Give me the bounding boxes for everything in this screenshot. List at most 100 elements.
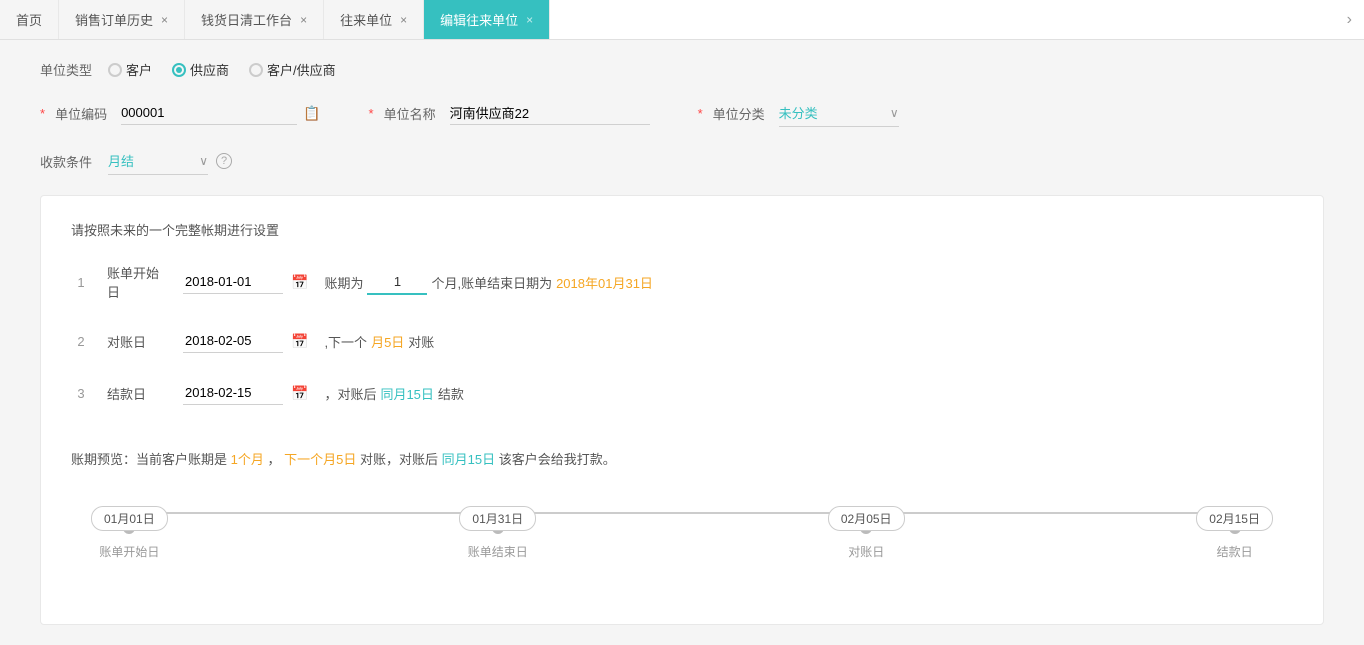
timeline-point-4: 02月15日 结款日 (1196, 500, 1273, 560)
tab-partners[interactable]: 往来单位 × (324, 0, 424, 39)
row-3-desc-suffix: 结款 (438, 384, 464, 403)
preview-end: 该客户会给我打款。 (499, 452, 616, 467)
tab-bar: 首页 销售订单历史 × 钱货日清工作台 × 往来单位 × 编辑往来单位 × › (0, 0, 1364, 40)
row-1-num: 1 (71, 275, 91, 290)
help-icon[interactable]: ? (216, 153, 232, 169)
preview-next: 下一个月5日 (284, 452, 356, 467)
tab-edit-partner[interactable]: 编辑往来单位 × (424, 0, 550, 39)
unit-type-label: 单位类型 (40, 60, 92, 79)
row-2-desc-prefix: ,下一个 (324, 332, 367, 351)
category-field-group: * 单位分类 未分类 ∨ (698, 99, 899, 127)
row-1-period-input[interactable] (367, 270, 427, 295)
tab-partners-label: 往来单位 (340, 10, 392, 29)
unit-type-row: 单位类型 客户 供应商 客户/供应商 (40, 60, 1324, 79)
payment-select[interactable]: 月结 ∨ (108, 147, 208, 175)
setting-row-1: 1 账单开始日 📅 账期为 个月,账单结束日期为 2018年01月31日 (71, 263, 1293, 301)
unit-type-radio-group: 客户 供应商 客户/供应商 (108, 60, 336, 79)
tab-edit-partner-close[interactable]: × (526, 13, 533, 27)
row-2-date-input[interactable] (183, 329, 283, 353)
radio-both-circle (249, 63, 263, 77)
row-1-desc-suffix: 个月,账单结束日期为 (431, 273, 552, 292)
preview-same: 同月15日 (442, 452, 495, 467)
row-1-desc: 账期为 个月,账单结束日期为 2018年01月31日 (324, 270, 652, 295)
settings-box: 请按照未来的一个完整帐期进行设置 1 账单开始日 📅 账期为 个月,账单结束日期… (40, 195, 1324, 625)
row-2-label: 对账日 (107, 332, 167, 351)
preview-prefix: 账期预览：当前客户账期是 (71, 452, 227, 467)
tab-home[interactable]: 首页 (0, 0, 59, 39)
row-3-date-field: 📅 (183, 381, 308, 405)
row-3-label: 结款日 (107, 384, 167, 403)
timeline-point-2: 01月31日 账单结束日 (459, 500, 536, 560)
code-calendar-icon[interactable]: 📋 (303, 105, 320, 122)
radio-supplier[interactable]: 供应商 (172, 60, 229, 79)
radio-both[interactable]: 客户/供应商 (249, 60, 336, 79)
tab-cash-work[interactable]: 钱货日清工作台 × (185, 0, 324, 39)
radio-supplier-label: 供应商 (190, 60, 229, 79)
tab-sales-history[interactable]: 销售订单历史 × (59, 0, 185, 39)
timeline-point-1: 01月01日 账单开始日 (91, 500, 168, 560)
tab-arrow-right[interactable]: › (1335, 11, 1364, 29)
tab-edit-partner-label: 编辑往来单位 (440, 10, 518, 29)
name-required: * (369, 106, 374, 121)
row-3-num: 3 (71, 386, 91, 401)
category-required: * (698, 106, 703, 121)
category-chevron-icon: ∨ (890, 106, 899, 120)
main-content: 单位类型 客户 供应商 客户/供应商 * 单位编码 📋 * 单位名称 (0, 40, 1364, 645)
row-2-desc: ,下一个 月5日 对账 (324, 332, 434, 351)
tab-sales-history-close[interactable]: × (161, 13, 168, 27)
setting-row-3: 3 结款日 📅 ，对账后 同月15日 结款 (71, 381, 1293, 405)
code-label: 单位编码 (55, 104, 107, 123)
row-1-date-field: 📅 (183, 270, 308, 294)
timeline-container: 01月01日 账单开始日 01月31日 账单结束日 02月05日 对账日 02月… (71, 484, 1293, 600)
payment-chevron-icon: ∨ (199, 154, 208, 168)
radio-customer-circle (108, 63, 122, 77)
radio-supplier-circle (172, 63, 186, 77)
payment-row: 收款条件 月结 ∨ ? (40, 147, 1324, 175)
tab-partners-close[interactable]: × (400, 13, 407, 27)
radio-customer[interactable]: 客户 (108, 60, 152, 79)
row-3-highlight: 同月15日 (380, 384, 433, 403)
category-select[interactable]: 未分类 ∨ (779, 99, 899, 127)
name-input[interactable] (450, 101, 650, 125)
timeline-label-4: 02月15日 (1196, 506, 1273, 531)
timeline-label-2: 01月31日 (459, 506, 536, 531)
tab-cash-work-close[interactable]: × (300, 13, 307, 27)
category-label: 单位分类 (713, 104, 765, 123)
payment-value: 月结 (108, 151, 199, 170)
settings-title: 请按照未来的一个完整帐期进行设置 (71, 220, 1293, 239)
timeline-point-3: 02月05日 对账日 (828, 500, 905, 560)
timeline-points: 01月01日 账单开始日 01月31日 账单结束日 02月05日 对账日 02月… (91, 500, 1273, 560)
timeline-desc-4: 结款日 (1217, 543, 1253, 560)
setting-row-2: 2 对账日 📅 ,下一个 月5日 对账 (71, 329, 1293, 353)
preview-comma: ， (268, 452, 281, 467)
row-1-desc-prefix: 账期为 (324, 273, 363, 292)
timeline-desc-3: 对账日 (848, 543, 884, 560)
row-2-highlight: 月5日 (371, 332, 404, 351)
preview-text: 账期预览：当前客户账期是 1个月 ， 下一个月5日 对账，对账后 同月15日 该… (71, 433, 1293, 476)
timeline-label-3: 02月05日 (828, 506, 905, 531)
row-2-calendar-icon[interactable]: 📅 (291, 333, 308, 350)
row-1-end-date: 2018年01月31日 (556, 273, 653, 292)
category-value: 未分类 (779, 103, 890, 122)
row-1-calendar-icon[interactable]: 📅 (291, 274, 308, 291)
code-input[interactable] (121, 101, 297, 125)
row-1-label: 账单开始日 (107, 263, 167, 301)
timeline-desc-2: 账单结束日 (468, 543, 528, 560)
row-2-num: 2 (71, 334, 91, 349)
timeline-desc-1: 账单开始日 (99, 543, 159, 560)
tab-home-label: 首页 (16, 10, 42, 29)
code-field-group: * 单位编码 📋 (40, 101, 321, 125)
row-3-desc-prefix: ，对账后 (324, 384, 376, 403)
code-name-category-row: * 单位编码 📋 * 单位名称 * 单位分类 未分类 ∨ (40, 99, 1324, 127)
row-3-date-input[interactable] (183, 381, 283, 405)
row-1-date-input[interactable] (183, 270, 283, 294)
row-2-desc-suffix: 对账 (408, 332, 434, 351)
radio-both-label: 客户/供应商 (267, 60, 336, 79)
preview-1month: 1个月 (231, 452, 264, 467)
tab-sales-history-label: 销售订单历史 (75, 10, 153, 29)
timeline-label-1: 01月01日 (91, 506, 168, 531)
row-2-date-field: 📅 (183, 329, 308, 353)
row-3-desc: ，对账后 同月15日 结款 (324, 384, 464, 403)
row-3-calendar-icon[interactable]: 📅 (291, 385, 308, 402)
payment-label: 收款条件 (40, 152, 92, 171)
